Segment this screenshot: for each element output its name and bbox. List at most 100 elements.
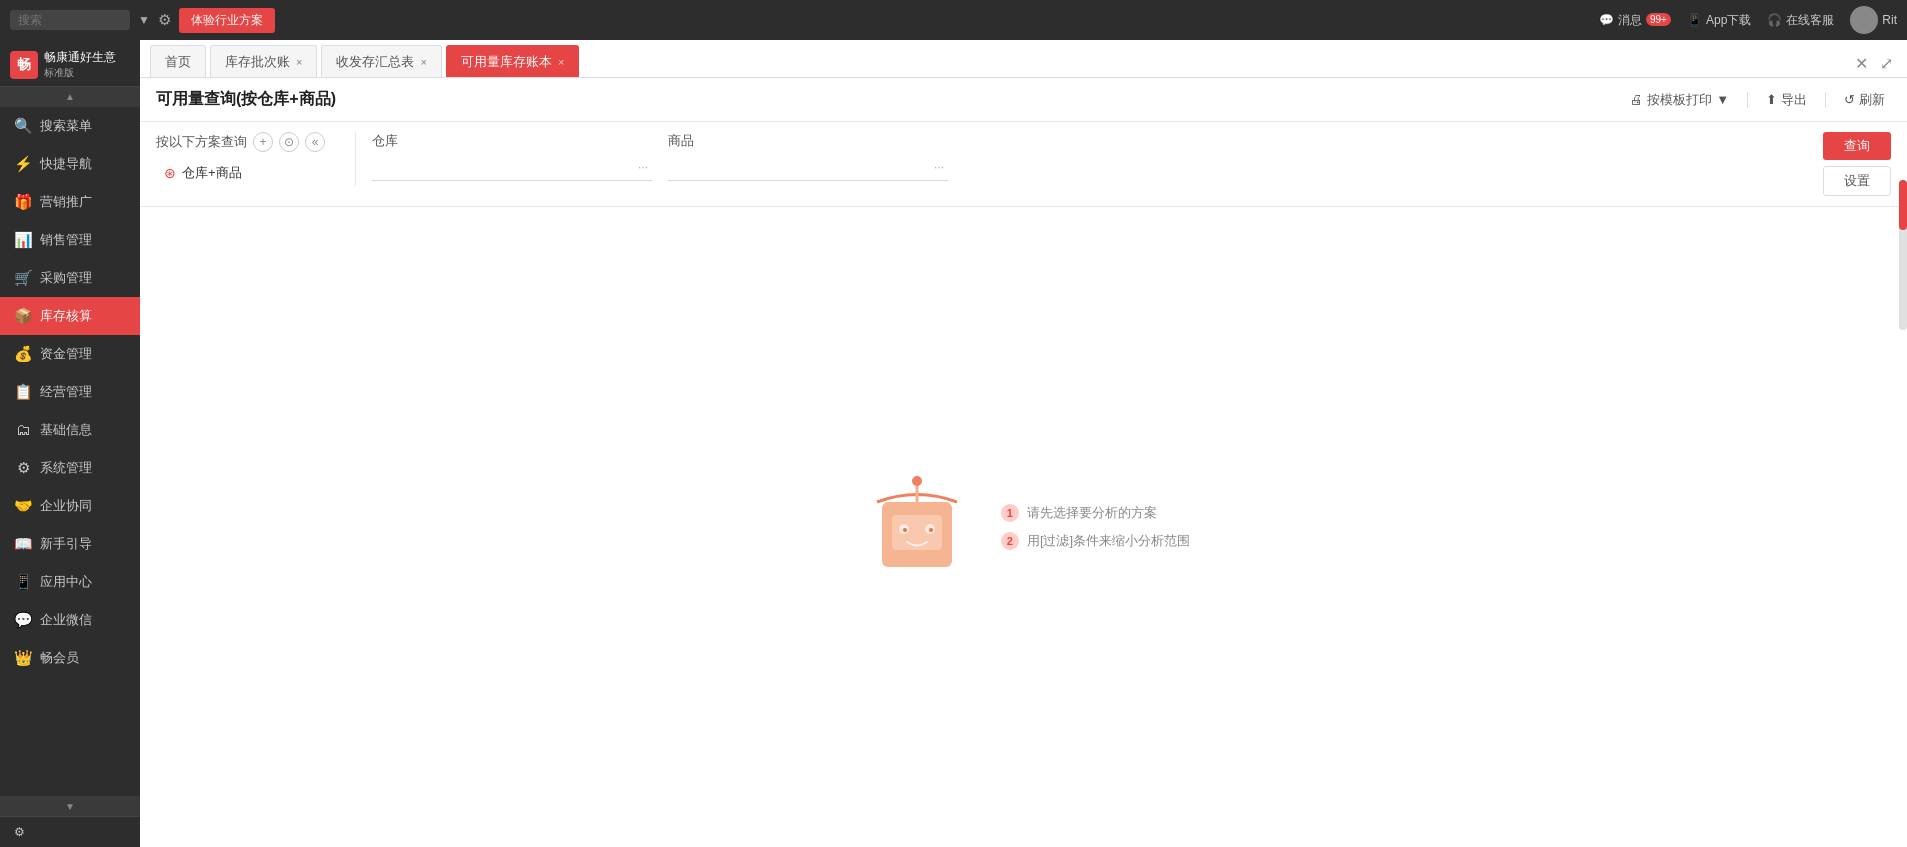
online-service-label: 在线客服: [1786, 12, 1834, 29]
query-actions: 查询 设置: [1823, 132, 1891, 196]
query-panel: 按以下方案查询 + ⊙ « ⊛ 仓库+商品 仓库 ···: [140, 122, 1907, 207]
tab-receive-summary-close[interactable]: ×: [420, 56, 426, 68]
gear-icon[interactable]: ⚙: [158, 11, 171, 29]
print-dropdown-icon: ▼: [1716, 92, 1729, 107]
top-bar: ▼ ⚙ 体验行业方案 💬 消息 99+ 📱 App下载 🎧 在线客服 Rit: [0, 0, 1907, 40]
sidebar-item-label: 采购管理: [40, 269, 92, 287]
product-input[interactable]: [668, 160, 922, 175]
settings-scheme-btn[interactable]: ⊙: [279, 132, 299, 152]
tab-close-btn[interactable]: ✕: [1851, 50, 1872, 77]
sidebar-item-label: 资金管理: [40, 345, 92, 363]
add-scheme-btn[interactable]: +: [253, 132, 273, 152]
online-service-group[interactable]: 🎧 在线客服: [1767, 12, 1834, 29]
product-label: 商品: [668, 132, 948, 150]
phone-icon: 📱: [14, 573, 32, 591]
sidebar-items: 🔍 搜索菜单 ⚡ 快捷导航 🎁 营销推广 📊 销售管理 🛒 采购管理 📦: [0, 107, 140, 796]
dropdown-icon[interactable]: ▼: [138, 13, 150, 27]
scheme-item-warehouse-product[interactable]: ⊛ 仓库+商品: [156, 160, 339, 186]
sidebar-item-system[interactable]: ⚙ 系统管理: [0, 449, 140, 487]
chart-icon: 📊: [14, 231, 32, 249]
svg-point-4: [903, 528, 907, 532]
scheme-item-icon: ⊛: [164, 165, 176, 181]
settings-btn[interactable]: 设置: [1823, 166, 1891, 196]
sidebar-item-basic[interactable]: 🗂 基础信息: [0, 411, 140, 449]
tab-receive-summary[interactable]: 收发存汇总表 ×: [321, 45, 441, 77]
tab-home[interactable]: 首页: [150, 45, 206, 77]
warehouse-input-group: ···: [372, 154, 652, 181]
scrollbar-thumb: [1899, 180, 1907, 230]
tab-batch-ledger[interactable]: 库存批次账 ×: [210, 45, 317, 77]
sidebar-scroll-down[interactable]: ▼: [0, 796, 140, 816]
tab-maximize-btn[interactable]: ⤢: [1876, 50, 1897, 77]
sidebar-item-member[interactable]: 👑 畅会员: [0, 639, 140, 677]
sidebar-item-search[interactable]: 🔍 搜索菜单: [0, 107, 140, 145]
empty-tip-1: 1 请先选择要分析的方案: [1001, 504, 1190, 522]
brand-icon: 畅: [10, 51, 38, 79]
industry-btn[interactable]: 体验行业方案: [179, 8, 275, 33]
tab-actions: ✕ ⤢: [1851, 50, 1897, 77]
sidebar-scroll-up[interactable]: ▲: [0, 87, 140, 107]
tab-home-label: 首页: [165, 53, 191, 71]
sidebar-item-purchase[interactable]: 🛒 采购管理: [0, 259, 140, 297]
warehouse-more-btn[interactable]: ···: [634, 158, 652, 176]
sidebar-item-label: 系统管理: [40, 459, 92, 477]
query-scheme-section: 按以下方案查询 + ⊙ « ⊛ 仓库+商品: [156, 132, 356, 186]
print-template-btn[interactable]: 🖨 按模板打印 ▼: [1624, 87, 1735, 113]
sidebar-item-enterprise[interactable]: 🤝 企业协同: [0, 487, 140, 525]
brand-sub: 标准版: [44, 66, 116, 80]
tab-available-ledger-close[interactable]: ×: [558, 56, 564, 68]
warehouse-input[interactable]: [372, 160, 626, 175]
sidebar-item-label: 企业协同: [40, 497, 92, 515]
app-download-label: App下载: [1706, 12, 1751, 29]
tip-text-2: 用[过滤]条件来缩小分析范围: [1027, 532, 1190, 550]
user-group[interactable]: Rit: [1850, 6, 1897, 34]
clipboard-icon: 📋: [14, 383, 32, 401]
tab-batch-ledger-close[interactable]: ×: [296, 56, 302, 68]
product-input-group: ···: [668, 154, 948, 181]
content-area: 首页 库存批次账 × 收发存汇总表 × 可用量库存账本 × ✕ ⤢ 可用量查询(…: [140, 40, 1907, 847]
svg-point-7: [912, 476, 922, 486]
sidebar: 畅 畅康通好生意 标准版 ▲ 🔍 搜索菜单 ⚡ 快捷导航 🎁 营销推广 📊 销售: [0, 40, 140, 847]
sidebar-item-label: 新手引导: [40, 535, 92, 553]
empty-state: 1 请先选择要分析的方案 2 用[过滤]条件来缩小分析范围: [140, 207, 1907, 847]
sidebar-item-wechat[interactable]: 💬 企业微信: [0, 601, 140, 639]
page-header: 可用量查询(按仓库+商品) 🖨 按模板打印 ▼ ⬆ 导出 ↺ 刷新: [140, 78, 1907, 122]
message-group[interactable]: 💬 消息 99+: [1599, 12, 1671, 29]
scheme-header-label: 按以下方案查询: [156, 133, 247, 151]
export-btn[interactable]: ⬆ 导出: [1760, 87, 1813, 113]
right-scrollbar[interactable]: [1899, 180, 1907, 330]
collapse-scheme-btn[interactable]: «: [305, 132, 325, 152]
query-field-product: 商品 ···: [668, 132, 948, 181]
svg-point-5: [929, 528, 933, 532]
sidebar-bottom[interactable]: ⚙: [0, 816, 140, 847]
product-more-btn[interactable]: ···: [930, 158, 948, 176]
sidebar-item-finance[interactable]: 💰 资金管理: [0, 335, 140, 373]
settings-icon: ⚙: [14, 825, 25, 839]
sidebar-item-newbie[interactable]: 📖 新手引导: [0, 525, 140, 563]
page-header-actions: 🖨 按模板打印 ▼ ⬆ 导出 ↺ 刷新: [1624, 87, 1891, 113]
crown-icon: 👑: [14, 649, 32, 667]
sidebar-item-shortcut[interactable]: ⚡ 快捷导航: [0, 145, 140, 183]
page-title: 可用量查询(按仓库+商品): [156, 89, 336, 110]
tab-available-ledger[interactable]: 可用量库存账本 ×: [446, 45, 579, 77]
sidebar-item-operations[interactable]: 📋 经营管理: [0, 373, 140, 411]
refresh-label: 刷新: [1859, 91, 1885, 109]
query-btn[interactable]: 查询: [1823, 132, 1891, 160]
tip-number-2: 2: [1001, 532, 1019, 550]
tab-receive-summary-label: 收发存汇总表: [336, 53, 414, 71]
avatar: [1850, 6, 1878, 34]
sidebar-item-appstore[interactable]: 📱 应用中心: [0, 563, 140, 601]
search-input[interactable]: [10, 10, 130, 30]
money-icon: 💰: [14, 345, 32, 363]
headset-icon: 🎧: [1767, 13, 1782, 27]
refresh-btn[interactable]: ↺ 刷新: [1838, 87, 1891, 113]
tab-available-ledger-label: 可用量库存账本: [461, 53, 552, 71]
sidebar-item-inventory[interactable]: 📦 库存核算: [0, 297, 140, 335]
sidebar-item-marketing[interactable]: 🎁 营销推广: [0, 183, 140, 221]
cart-icon: 🛒: [14, 269, 32, 287]
export-icon: ⬆: [1766, 92, 1777, 107]
app-download-group[interactable]: 📱 App下载: [1687, 12, 1751, 29]
tip-number-1: 1: [1001, 504, 1019, 522]
sidebar-item-sales[interactable]: 📊 销售管理: [0, 221, 140, 259]
box-icon: 📦: [14, 307, 32, 325]
